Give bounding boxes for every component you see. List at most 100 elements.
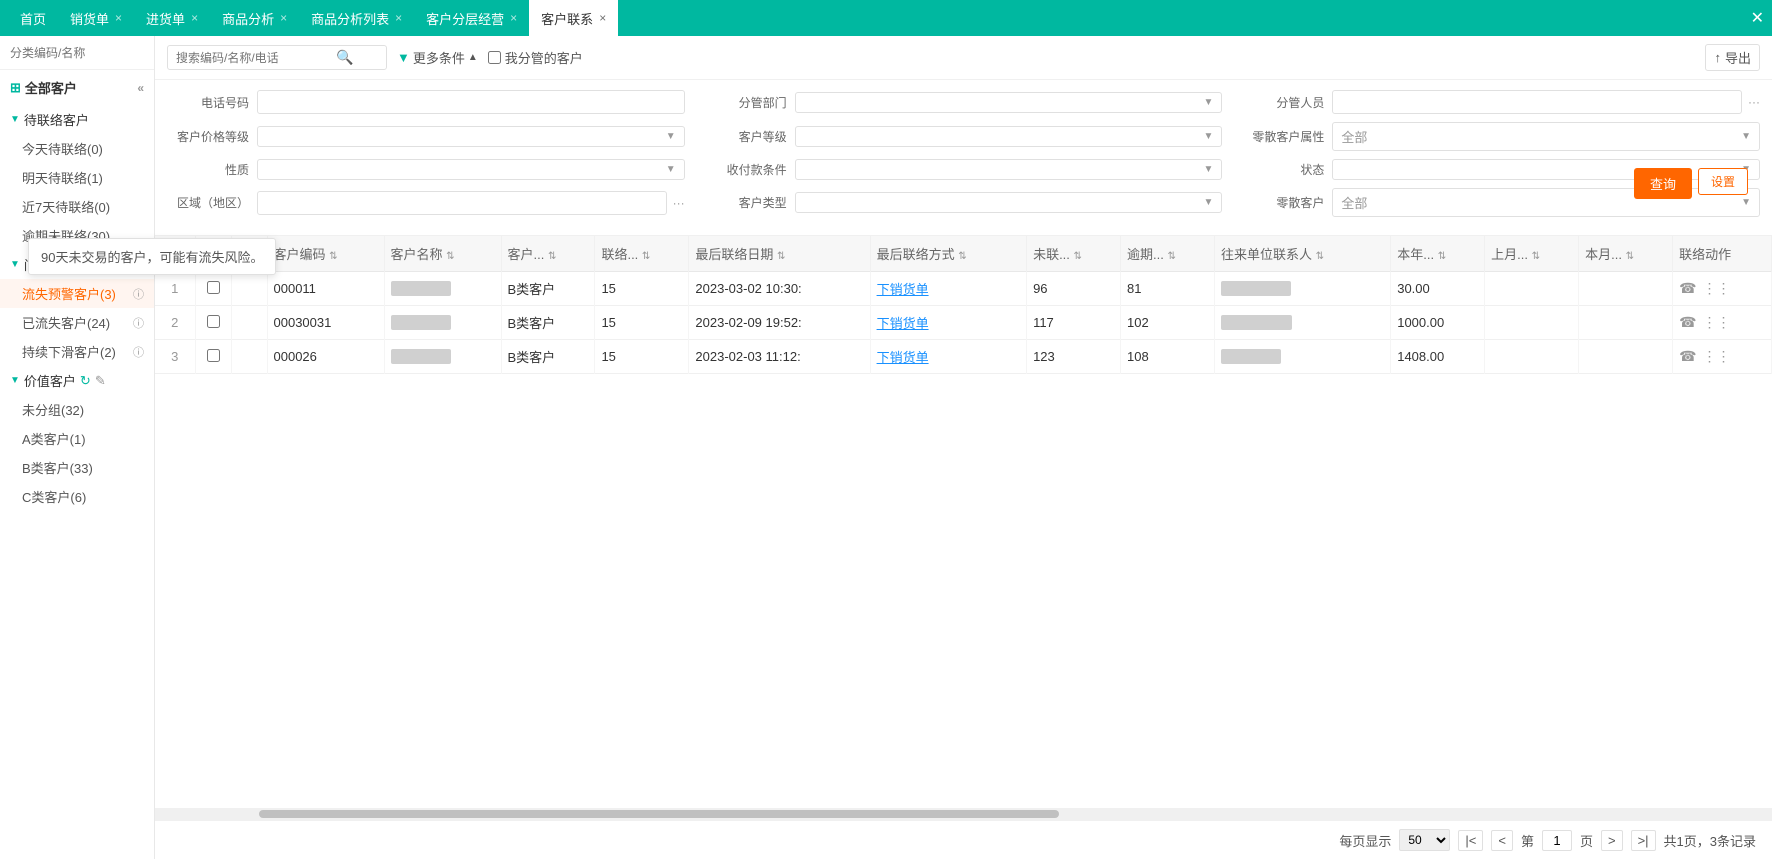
per-page-select[interactable]: 50 10 20 100 <box>1399 829 1450 851</box>
contact-icon[interactable]: ☎ <box>1679 280 1696 297</box>
sort-icon-od[interactable]: ⇅ <box>1167 251 1175 262</box>
contact-icon[interactable]: ☎ <box>1679 314 1696 331</box>
more-icon-person[interactable]: ··· <box>1748 95 1760 109</box>
sort-icon-ty[interactable]: ⇅ <box>1438 251 1446 262</box>
row-checkbox[interactable] <box>207 349 220 362</box>
setting-button[interactable]: 设置 <box>1698 168 1748 195</box>
close-analysis-tab[interactable]: × <box>280 11 287 25</box>
search-input[interactable] <box>176 51 336 65</box>
sidebar-all-customers-header[interactable]: ⊞ 全部客户 « <box>0 70 154 105</box>
row-checkbox[interactable] <box>207 315 220 328</box>
customers-table: ⚙ 客户编码 ⇅ 客户名称 ⇅ 客户... ⇅ <box>155 236 1772 374</box>
sidebar: 🔍 ⊞ 全部客户 « ▼ 待联络客户 今天待联络(0) 明天待联络(1) 近7天… <box>0 36 155 859</box>
my-customer-checkbox-area[interactable]: 我分管的客户 <box>488 48 583 67</box>
person-input[interactable] <box>1332 90 1742 114</box>
col-contact: 联络... ⇅ <box>595 236 689 272</box>
sort-icon-lcw[interactable]: ⇅ <box>958 251 966 262</box>
sidebar-collapse-button[interactable]: « <box>137 81 144 95</box>
sidebar-item-declining[interactable]: 持续下滑客户(2) ⓘ <box>0 337 154 366</box>
top-navigation: 首页 销货单 × 进货单 × 商品分析 × 商品分析列表 × 客户分层经营 × … <box>0 0 1772 36</box>
page-number-input[interactable] <box>1542 830 1572 851</box>
my-customer-checkbox[interactable] <box>488 51 501 64</box>
retail-attr-select[interactable]: 全部 ▼ <box>1332 122 1760 151</box>
sort-icon-tm[interactable]: ⇅ <box>1626 251 1634 262</box>
tab-analysis[interactable]: 商品分析 × <box>210 0 299 36</box>
sort-icon-lcd[interactable]: ⇅ <box>777 251 785 262</box>
sidebar-item-potential-lost[interactable]: 流失预警客户(3) ⓘ <box>0 279 154 308</box>
sidebar-group-pending-contact-title[interactable]: ▼ 待联络客户 <box>0 105 154 134</box>
tab-purchase[interactable]: 进货单 × <box>134 0 210 36</box>
edit-icon[interactable]: ✎ <box>95 373 106 389</box>
cell-last-contact-date: 2023-02-09 19:52: <box>689 306 870 340</box>
cell-last-contact-way[interactable]: 下销货单 <box>870 340 1027 374</box>
sidebar-group-problem-customers: ▼ 问题客户 90天未交易的客户，可能有流失风险。 流失预警客户(3) ⓘ 已流… <box>0 250 154 366</box>
contact-icon[interactable]: ☎ <box>1679 348 1696 365</box>
content-area: 🔍 ▼ 更多条件 ▲ 我分管的客户 ↑ 导出 电话号码 <box>155 36 1772 859</box>
sidebar-item-week[interactable]: 近7天待联络(0) <box>0 192 154 221</box>
tab-sales[interactable]: 销货单 × <box>58 0 134 36</box>
sidebar-item-class-b[interactable]: B类客户(33) <box>0 453 154 482</box>
more-action-icon[interactable]: ⋮⋮ <box>1703 348 1731 365</box>
cell-action: ☎ ⋮⋮ <box>1673 272 1772 306</box>
sidebar-item-class-c[interactable]: C类客户(6) <box>0 482 154 511</box>
customer-type-select[interactable]: ▼ <box>795 192 1223 213</box>
close-customer-contact-tab[interactable]: × <box>599 11 606 25</box>
tab-analysis-list[interactable]: 商品分析列表 × <box>299 0 414 36</box>
info-icon: ⓘ <box>133 286 144 302</box>
sort-icon-contact[interactable]: ⇅ <box>642 251 650 262</box>
cell-last-contact-way[interactable]: 下销货单 <box>870 272 1027 306</box>
payment-select[interactable]: ▼ <box>795 159 1223 180</box>
horizontal-scrollbar[interactable] <box>155 808 1772 820</box>
table-container: ⚙ 客户编码 ⇅ 客户名称 ⇅ 客户... ⇅ <box>155 236 1772 808</box>
sort-icon-name[interactable]: ⇅ <box>446 251 454 262</box>
more-icon-region[interactable]: ··· <box>673 196 685 210</box>
scroll-thumb[interactable] <box>259 810 1059 818</box>
more-filter-button[interactable]: ▼ 更多条件 ▲ <box>397 48 478 67</box>
close-analysis-list-tab[interactable]: × <box>395 11 402 25</box>
next-page-button[interactable]: > <box>1601 830 1623 851</box>
cell-gear <box>231 272 267 306</box>
sidebar-item-tomorrow[interactable]: 明天待联络(1) <box>0 163 154 192</box>
tab-customer-tier[interactable]: 客户分层经营 × <box>414 0 529 36</box>
cell-no-contact: 96 <box>1027 272 1121 306</box>
nature-select[interactable]: ▼ <box>257 159 685 180</box>
sort-icon-code[interactable]: ⇅ <box>329 251 337 262</box>
region-input[interactable] <box>257 191 667 215</box>
sort-icon-lm[interactable]: ⇅ <box>1532 251 1540 262</box>
dept-select[interactable]: ▼ <box>795 92 1223 113</box>
price-grade-select[interactable]: ▼ <box>257 126 685 147</box>
sidebar-item-class-a[interactable]: A类客户(1) <box>0 424 154 453</box>
prev-page-button[interactable]: < <box>1491 830 1513 851</box>
filter-search-icon[interactable]: 🔍 <box>336 49 353 66</box>
phone-input[interactable] <box>257 90 685 114</box>
close-customer-tier-tab[interactable]: × <box>510 11 517 25</box>
last-page-button[interactable]: >| <box>1631 830 1656 851</box>
cell-code: 000011 <box>267 272 384 306</box>
filter-bar: 🔍 ▼ 更多条件 ▲ 我分管的客户 ↑ 导出 <box>155 36 1772 80</box>
more-action-icon[interactable]: ⋮⋮ <box>1703 314 1731 331</box>
sidebar-search-input[interactable] <box>10 46 155 60</box>
sort-icon-nc[interactable]: ⇅ <box>1074 251 1082 262</box>
cell-last-contact-way[interactable]: 下销货单 <box>870 306 1027 340</box>
query-button[interactable]: 查询 <box>1634 168 1692 199</box>
row-checkbox[interactable] <box>207 281 220 294</box>
refresh-icon[interactable]: ↻ <box>80 373 91 389</box>
sidebar-item-lost[interactable]: 已流失客户(24) ⓘ <box>0 308 154 337</box>
app-close-icon[interactable]: ✕ <box>1751 8 1764 28</box>
sidebar-group-value-title[interactable]: ▼ 价值客户 ↻ ✎ <box>0 366 154 395</box>
table-row: 1 000011 ██████ B类客户 15 2023-03-02 10:30… <box>155 272 1772 306</box>
tab-customer-contact[interactable]: 客户联系 × <box>529 0 618 36</box>
sidebar-item-unclassified[interactable]: 未分组(32) <box>0 395 154 424</box>
close-purchase-tab[interactable]: × <box>191 11 198 25</box>
first-page-button[interactable]: |< <box>1458 830 1483 851</box>
more-action-icon[interactable]: ⋮⋮ <box>1703 280 1731 297</box>
tab-home[interactable]: 首页 <box>8 0 58 36</box>
export-button[interactable]: ↑ 导出 <box>1705 44 1760 71</box>
sidebar-item-today[interactable]: 今天待联络(0) <box>0 134 154 163</box>
sort-icon-type[interactable]: ⇅ <box>548 251 556 262</box>
sort-icon-cp[interactable]: ⇅ <box>1316 251 1324 262</box>
close-sales-tab[interactable]: × <box>115 11 122 25</box>
col-last-contact-date: 最后联络日期 ⇅ <box>689 236 870 272</box>
customer-grade-select[interactable]: ▼ <box>795 126 1223 147</box>
cell-last-month <box>1485 340 1579 374</box>
